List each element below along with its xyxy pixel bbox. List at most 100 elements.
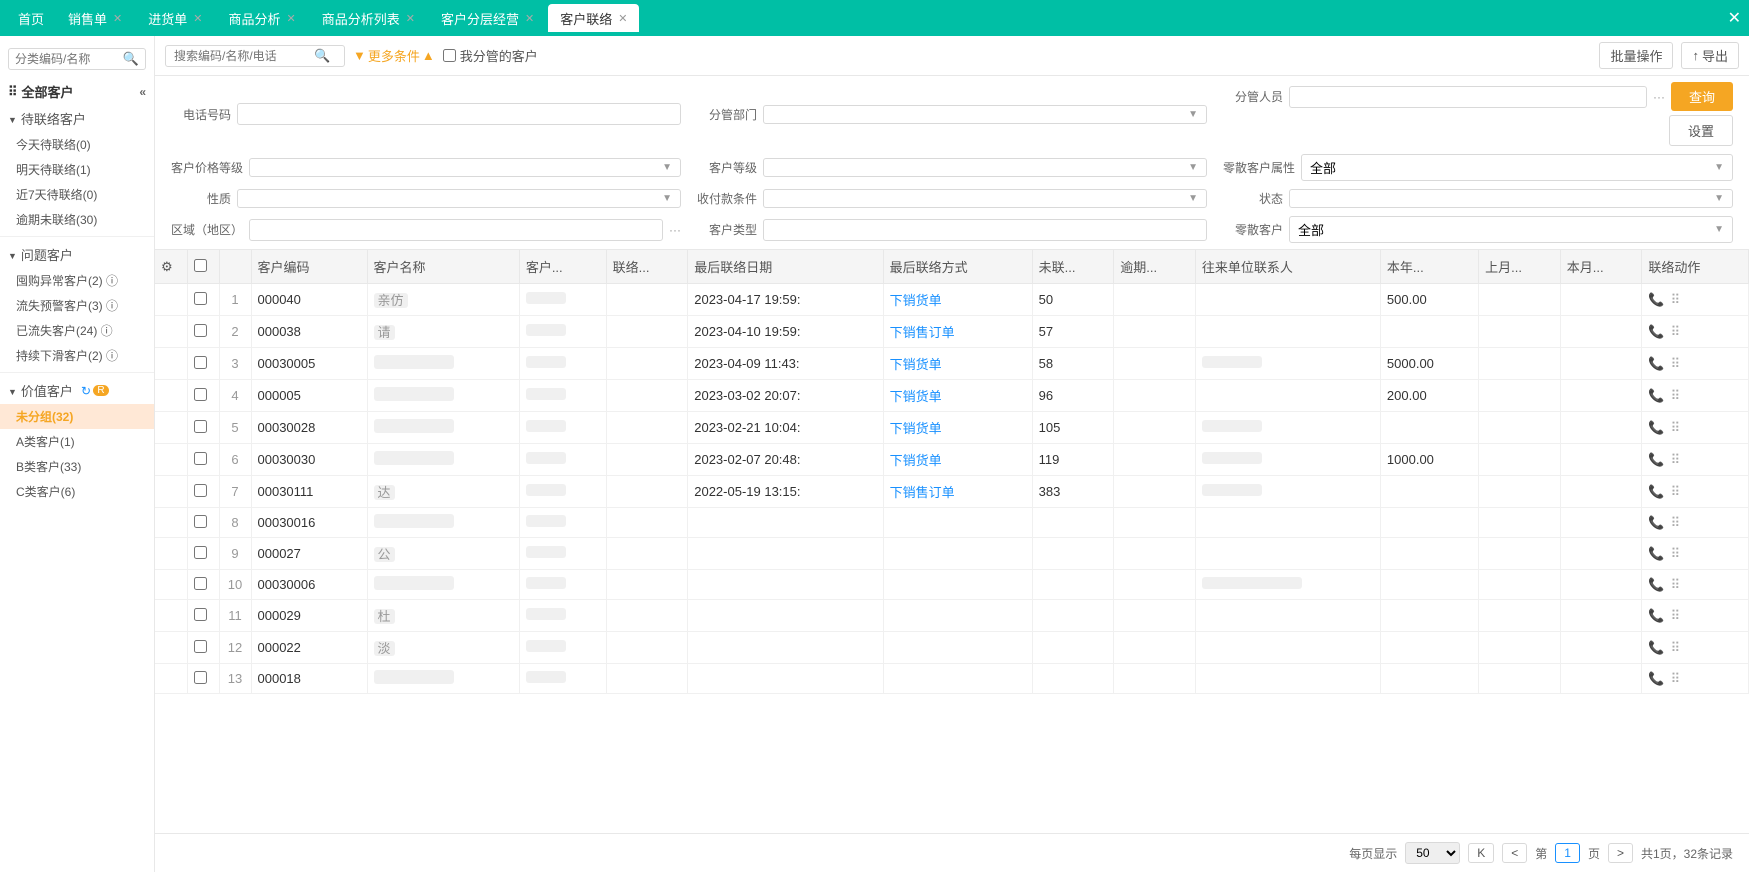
- reset-button[interactable]: 设置: [1669, 115, 1733, 146]
- more-action-icon[interactable]: ⠿: [1671, 292, 1681, 308]
- sidebar-item-overdue-pending[interactable]: 逾期未联络(30): [0, 207, 154, 232]
- region-input[interactable]: [249, 219, 663, 241]
- row-checkbox[interactable]: [187, 348, 219, 380]
- tab-product-analysis[interactable]: 商品分析 ✕: [216, 4, 307, 32]
- col-this-year[interactable]: 本年...: [1380, 250, 1478, 284]
- batch-op-button[interactable]: 批量操作: [1599, 42, 1673, 69]
- more-action-icon[interactable]: ⠿: [1671, 388, 1681, 404]
- close-product-analysis-icon[interactable]: ✕: [287, 12, 296, 25]
- more-action-icon[interactable]: ⠿: [1671, 608, 1681, 624]
- row-checkbox[interactable]: [187, 664, 219, 694]
- row-checkbox[interactable]: [187, 508, 219, 538]
- col-this-month[interactable]: 本月...: [1560, 250, 1642, 284]
- sidebar-search[interactable]: 🔍: [8, 48, 146, 70]
- phone-action-icon[interactable]: 📞: [1648, 608, 1664, 624]
- row-checkbox[interactable]: [187, 284, 219, 316]
- phone-action-icon[interactable]: 📞: [1648, 388, 1664, 404]
- tab-customer-contact[interactable]: 客户联络 ✕: [548, 4, 639, 32]
- col-type[interactable]: 客户...: [519, 250, 606, 284]
- first-page-button[interactable]: K: [1468, 843, 1494, 863]
- phone-action-icon[interactable]: 📞: [1648, 484, 1664, 500]
- contact-type-link[interactable]: 下销售订单: [890, 485, 955, 500]
- sidebar-item-today-pending[interactable]: 今天待联络(0): [0, 132, 154, 157]
- phone-action-icon[interactable]: 📞: [1648, 292, 1664, 308]
- export-button[interactable]: ↑ 导出: [1681, 42, 1739, 69]
- row-checkbox[interactable]: [187, 380, 219, 412]
- close-sales-icon[interactable]: ✕: [113, 12, 122, 25]
- col-uncontact[interactable]: 未联...: [1032, 250, 1114, 284]
- my-customers-check[interactable]: [443, 49, 456, 62]
- sidebar-item-7day-pending[interactable]: 近7天待联络(0): [0, 182, 154, 207]
- customer-level-select[interactable]: ▼: [763, 158, 1207, 177]
- more-action-icon[interactable]: ⠿: [1671, 452, 1681, 468]
- region-dots[interactable]: ···: [669, 223, 681, 237]
- manager-dots[interactable]: ···: [1653, 90, 1665, 104]
- sidebar-item-hoarding-abnormal[interactable]: 囤购异常客户(2) ⓘ: [0, 268, 154, 293]
- col-name[interactable]: 客户名称: [367, 250, 519, 284]
- sidebar-item-churned[interactable]: 已流失客户(24) ⓘ: [0, 318, 154, 343]
- col-contact[interactable]: 联络...: [606, 250, 688, 284]
- close-purchase-icon[interactable]: ✕: [193, 12, 202, 25]
- row-checkbox[interactable]: [187, 412, 219, 444]
- close-customer-contact-icon[interactable]: ✕: [618, 12, 627, 25]
- refresh-icon[interactable]: ↻: [81, 384, 91, 398]
- retail-attr-select[interactable]: 全部 ▼: [1301, 154, 1733, 181]
- more-action-icon[interactable]: ⠿: [1671, 546, 1681, 562]
- collapse-icon[interactable]: «: [139, 85, 146, 99]
- retail-customer-select[interactable]: 全部 ▼: [1289, 216, 1733, 243]
- sidebar-item-ungrouped[interactable]: 未分组(32): [0, 404, 154, 429]
- col-settings[interactable]: ⚙: [155, 250, 187, 284]
- phone-action-icon[interactable]: 📞: [1648, 577, 1664, 593]
- all-customers-header[interactable]: ⠿ 全部客户 «: [0, 78, 154, 105]
- contact-type-link[interactable]: 下销货单: [890, 389, 942, 404]
- close-product-analysis-list-icon[interactable]: ✕: [406, 12, 415, 25]
- more-action-icon[interactable]: ⠿: [1671, 671, 1681, 687]
- dept-select[interactable]: ▼: [763, 105, 1207, 124]
- row-checkbox[interactable]: [187, 316, 219, 348]
- more-action-icon[interactable]: ⠿: [1671, 356, 1681, 372]
- tab-purchase[interactable]: 进货单 ✕: [136, 4, 214, 32]
- price-level-select[interactable]: ▼: [249, 158, 681, 177]
- phone-action-icon[interactable]: 📞: [1648, 452, 1664, 468]
- search-box[interactable]: 🔍: [165, 45, 345, 67]
- customer-type-input[interactable]: [763, 219, 1207, 241]
- tab-sales[interactable]: 销售单 ✕: [56, 4, 134, 32]
- contact-type-link[interactable]: 下销售订单: [890, 325, 955, 340]
- contact-type-link[interactable]: 下销货单: [890, 421, 942, 436]
- more-conditions-btn[interactable]: ▼ 更多条件 ▲: [353, 46, 435, 65]
- row-checkbox[interactable]: [187, 538, 219, 570]
- phone-action-icon[interactable]: 📞: [1648, 640, 1664, 656]
- col-last-contact-type[interactable]: 最后联络方式: [883, 250, 1032, 284]
- more-action-icon[interactable]: ⠿: [1671, 324, 1681, 340]
- my-customers-checkbox[interactable]: 我分管的客户: [443, 46, 538, 65]
- phone-action-icon[interactable]: 📞: [1648, 356, 1664, 372]
- col-overdue[interactable]: 逾期...: [1114, 250, 1196, 284]
- sidebar-item-churn-warning[interactable]: 流失预警客户(3) ⓘ: [0, 293, 154, 318]
- status-select[interactable]: ▼: [1289, 189, 1733, 208]
- close-all-icon[interactable]: ✕: [1728, 8, 1741, 28]
- query-button[interactable]: 查询: [1671, 82, 1733, 111]
- next-page-button[interactable]: >: [1608, 843, 1633, 863]
- sidebar-item-declining[interactable]: 持续下滑客户(2) ⓘ: [0, 343, 154, 368]
- more-action-icon[interactable]: ⠿: [1671, 484, 1681, 500]
- col-code[interactable]: 客户编码: [251, 250, 367, 284]
- settings-icon[interactable]: ⚙: [161, 259, 173, 274]
- search-icon[interactable]: 🔍: [314, 48, 330, 64]
- tab-product-analysis-list[interactable]: 商品分析列表 ✕: [310, 4, 427, 32]
- manager-input[interactable]: [1289, 86, 1647, 108]
- row-checkbox[interactable]: [187, 632, 219, 664]
- phone-action-icon[interactable]: 📞: [1648, 671, 1664, 687]
- sidebar-item-class-a[interactable]: A类客户(1): [0, 429, 154, 454]
- tab-home[interactable]: 首页: [8, 4, 54, 32]
- col-last-contact-date[interactable]: 最后联络日期: [688, 250, 883, 284]
- more-action-icon[interactable]: ⠿: [1671, 577, 1681, 593]
- sidebar-item-class-c[interactable]: C类客户(6): [0, 479, 154, 504]
- contact-type-link[interactable]: 下销货单: [890, 357, 942, 372]
- group-pending-contact[interactable]: 待联络客户: [0, 105, 154, 132]
- page-size-select[interactable]: 50 20 100: [1405, 842, 1460, 864]
- row-checkbox[interactable]: [187, 600, 219, 632]
- sidebar-item-class-b[interactable]: B类客户(33): [0, 454, 154, 479]
- close-customer-segment-icon[interactable]: ✕: [525, 12, 534, 25]
- contact-type-link[interactable]: 下销货单: [890, 293, 942, 308]
- sidebar-item-tomorrow-pending[interactable]: 明天待联络(1): [0, 157, 154, 182]
